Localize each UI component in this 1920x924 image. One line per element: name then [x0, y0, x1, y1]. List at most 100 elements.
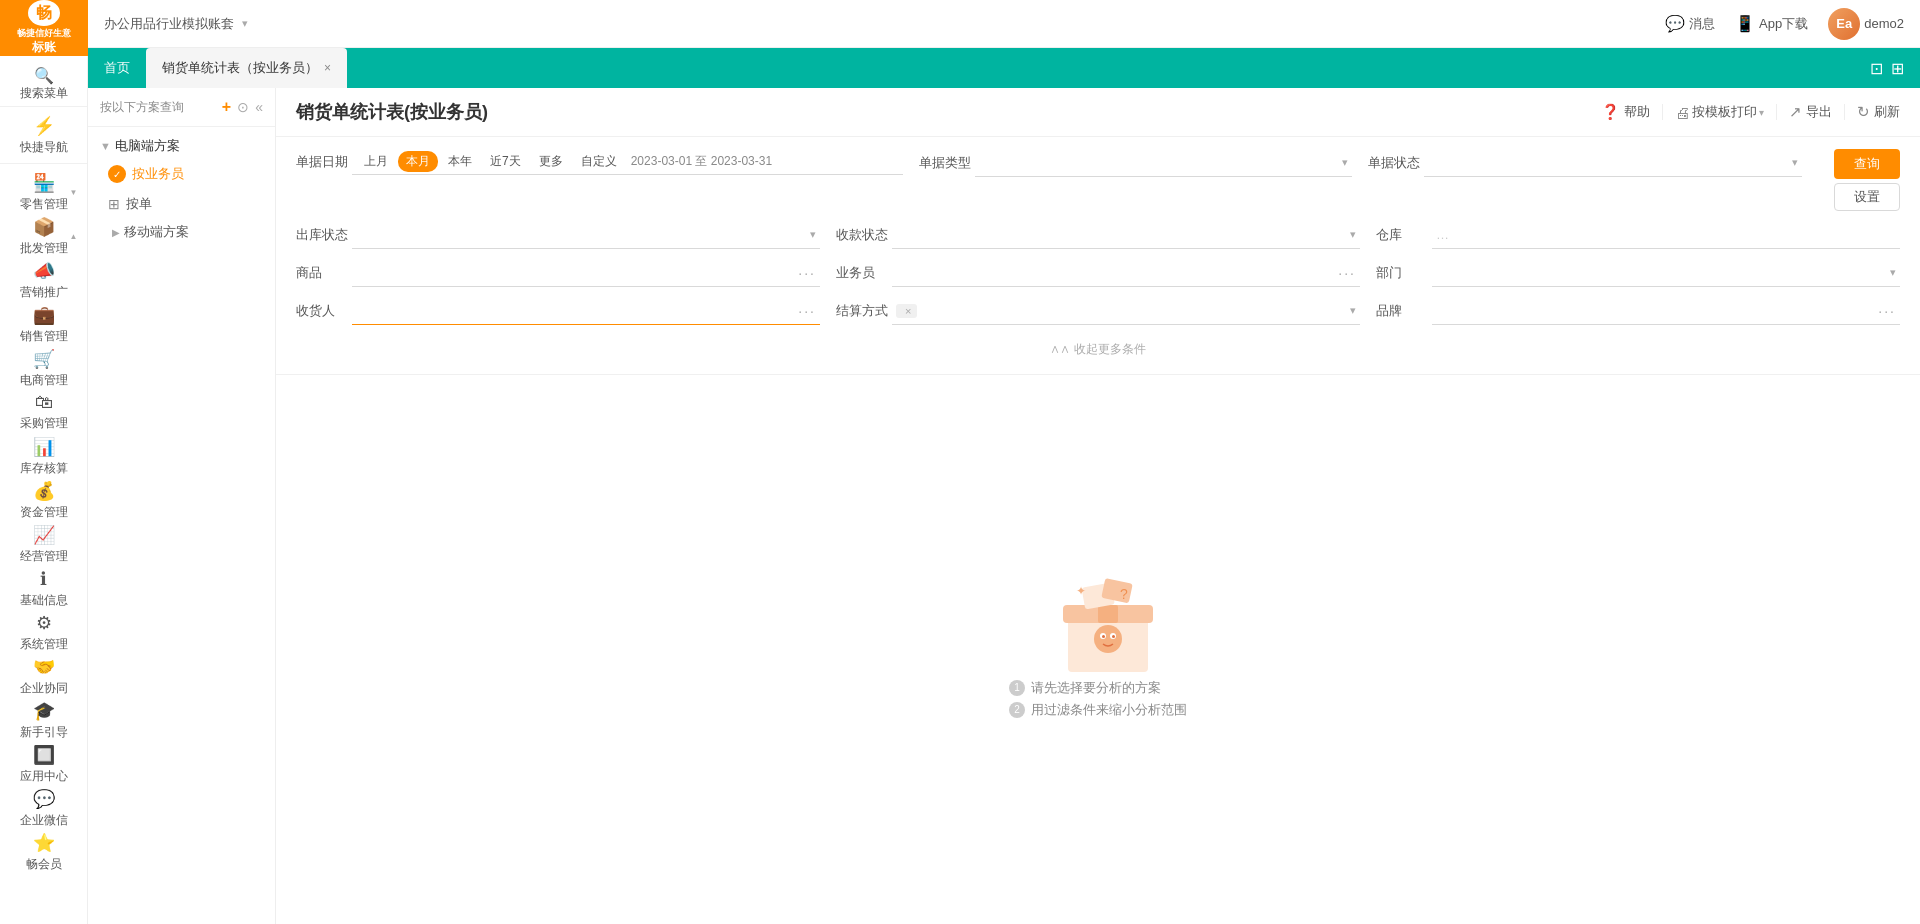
sidebar-item-wechat[interactable]: 💬 企业微信 — [0, 786, 88, 830]
sidebar-item-system[interactable]: ⚙ 系统管理 — [0, 610, 88, 654]
tab-home[interactable]: 首页 — [88, 48, 146, 88]
mobile-scheme-title[interactable]: ▶ 移动端方案 — [96, 219, 275, 245]
scheme-item-by-salesperson[interactable]: ✓ 按业务员 — [88, 159, 275, 189]
warehouse-control[interactable]: … — [1432, 221, 1900, 249]
content-wrapper: 按以下方案查询 + ⊙ « ▼ 电脑端方案 ✓ 按业务员 — [88, 88, 1920, 924]
date-btn-this-year[interactable]: 本年 — [440, 151, 480, 172]
user-profile-btn[interactable]: Ea demo2 — [1828, 8, 1904, 40]
quick-nav-item[interactable]: ⚡ 快捷导航 — [0, 113, 88, 157]
marketing-label: 营销推广 — [20, 284, 68, 301]
date-btn-more[interactable]: 更多 — [531, 151, 571, 172]
app-download-label: App下载 — [1759, 15, 1808, 33]
app-download-btn[interactable]: 📱 App下载 — [1735, 14, 1808, 33]
sidebar-item-inventory[interactable]: 📊 库存核算 — [0, 434, 88, 478]
sidebar-item-member[interactable]: ⭐ 畅会员 — [0, 830, 88, 874]
payment-control[interactable]: ▾ — [892, 221, 1360, 249]
operations-icon: 📈 — [33, 524, 55, 546]
filter-consignee: 收货人 ··· — [296, 297, 820, 325]
left-panel-header: 按以下方案查询 + ⊙ « — [88, 88, 275, 127]
desktop-scheme-title[interactable]: ▼ 电脑端方案 — [88, 133, 275, 159]
scheme-dot-text: ✓ — [113, 169, 121, 180]
refresh-btn[interactable]: ↻ 刷新 — [1857, 103, 1900, 121]
brand-control[interactable]: ··· — [1432, 297, 1900, 325]
scheme-order-icon: ⊞ — [108, 196, 120, 212]
wechat-label: 企业微信 — [20, 812, 68, 829]
sidebar-item-sales[interactable]: 💼 销售管理 — [0, 302, 88, 346]
consignee-control[interactable]: ··· — [352, 297, 820, 325]
sidebar-item-basic[interactable]: ℹ 基础信息 — [0, 566, 88, 610]
add-scheme-btn[interactable]: + — [222, 98, 231, 116]
scheme-item-by-order[interactable]: ⊞ 按单 — [88, 189, 275, 219]
sidebar-item-apps[interactable]: 🔲 应用中心 — [0, 742, 88, 786]
collapse-panel-btn[interactable]: « — [255, 99, 263, 115]
sidebar-item-retail[interactable]: 🏪 零售管理 — [0, 170, 88, 214]
consignee-label: 收货人 — [296, 302, 352, 320]
payment-label: 收款状态 — [836, 226, 892, 244]
divider-3 — [1844, 104, 1845, 120]
type-control[interactable]: ▾ — [975, 149, 1353, 177]
apps-label: 应用中心 — [20, 768, 68, 785]
app-logo: 畅 畅捷信好生意 标账 — [0, 0, 88, 56]
message-icon: 💬 — [1665, 14, 1685, 33]
date-label: 单据日期 — [296, 153, 352, 171]
date-btn-this-month[interactable]: 本月 — [398, 151, 438, 172]
date-btn-custom[interactable]: 自定义 — [573, 151, 625, 172]
salesperson-label: 业务员 — [836, 264, 892, 282]
sidebar-item-finance[interactable]: 💰 资金管理 — [0, 478, 88, 522]
sidebar-item-wholesale[interactable]: 📦 批发管理 — [0, 214, 88, 258]
sidebar-item-enterprise[interactable]: 🤝 企业协同 — [0, 654, 88, 698]
settings-button[interactable]: 设置 — [1834, 183, 1900, 211]
step-1-text: 请先选择要分析的方案 — [1031, 679, 1161, 697]
desktop-scheme-label: 电脑端方案 — [115, 137, 180, 155]
finance-label: 资金管理 — [20, 504, 68, 521]
salesperson-control[interactable]: ··· — [892, 259, 1360, 287]
goods-control[interactable]: ··· — [352, 259, 820, 287]
svg-rect-2 — [1098, 605, 1118, 623]
filter-department: 部门 ▾ — [1376, 259, 1900, 287]
left-panel-actions: + ⊙ « — [222, 98, 263, 116]
sidebar-item-ecommerce[interactable]: 🛒 电商管理 — [0, 346, 88, 390]
collapse-filters-row[interactable]: ∧∧ 收起更多条件 — [296, 335, 1900, 362]
sidebar-item-marketing[interactable]: 📣 营销推广 — [0, 258, 88, 302]
out-status-control[interactable]: ▾ — [352, 221, 820, 249]
wechat-icon: 💬 — [33, 788, 55, 810]
sidebar-item-purchase[interactable]: 🛍 采购管理 — [0, 390, 88, 434]
department-control[interactable]: ▾ — [1432, 259, 1900, 287]
search-menu-item[interactable]: 🔍 搜索菜单 — [0, 56, 87, 106]
settlement-control[interactable]: × ▾ — [892, 297, 1360, 325]
svg-text:✦: ✦ — [1076, 584, 1086, 598]
status-label: 单据状态 — [1368, 154, 1424, 172]
status-control[interactable]: ▾ — [1424, 149, 1802, 177]
help-btn[interactable]: ❓ 帮助 — [1601, 103, 1650, 121]
date-btn-7days[interactable]: 近7天 — [482, 151, 529, 172]
basic-icon: ℹ — [40, 568, 47, 590]
tab-close-btn[interactable]: × — [324, 61, 331, 75]
empty-text: 1 请先选择要分析的方案 2 用过滤条件来缩小分析范围 — [1009, 679, 1187, 723]
top-header: 办公用品行业模拟账套 ▾ 💬 消息 📱 App下载 Ea demo2 — [88, 0, 1920, 48]
filter-salesperson: 业务员 ··· — [836, 259, 1360, 287]
settlement-tag-close[interactable]: × — [905, 305, 911, 317]
tab-expand-btn[interactable]: ⊞ — [1891, 59, 1904, 78]
retail-label: 零售管理 — [20, 196, 68, 213]
sidebar-item-operations[interactable]: 📈 经营管理 — [0, 522, 88, 566]
tab-minimize-btn[interactable]: ⊡ — [1870, 59, 1883, 78]
date-btn-last-month[interactable]: 上月 — [356, 151, 396, 172]
export-btn[interactable]: ↗ 导出 — [1789, 103, 1832, 121]
sidebar-item-newbie[interactable]: 🎓 新手引导 — [0, 698, 88, 742]
quick-nav-section: ⚡ 快捷导航 — [0, 106, 87, 163]
message-btn[interactable]: 💬 消息 — [1665, 14, 1715, 33]
desktop-scheme-group: ▼ 电脑端方案 ✓ 按业务员 ⊞ 按单 ▶ 移动端方案 — [88, 127, 275, 251]
header-dropdown-arrow[interactable]: ▾ — [242, 17, 248, 30]
purchase-icon: 🛍 — [35, 392, 53, 413]
search-icon: 🔍 — [34, 66, 54, 85]
collapse-up-icon: ∧∧ — [1050, 342, 1070, 356]
enterprise-icon: 🤝 — [33, 656, 55, 678]
mobile-scheme-group: ▶ 移动端方案 — [88, 219, 275, 245]
query-button[interactable]: 查询 — [1834, 149, 1900, 179]
help-icon: ❓ — [1601, 103, 1620, 121]
message-label: 消息 — [1689, 15, 1715, 33]
type-dropdown-icon: ▾ — [1342, 156, 1348, 169]
scheme-settings-btn[interactable]: ⊙ — [237, 99, 249, 115]
tab-sales-report[interactable]: 销货单统计表（按业务员） × — [146, 48, 347, 88]
print-btn[interactable]: 🖨 按模板打印 ▾ — [1675, 103, 1764, 121]
